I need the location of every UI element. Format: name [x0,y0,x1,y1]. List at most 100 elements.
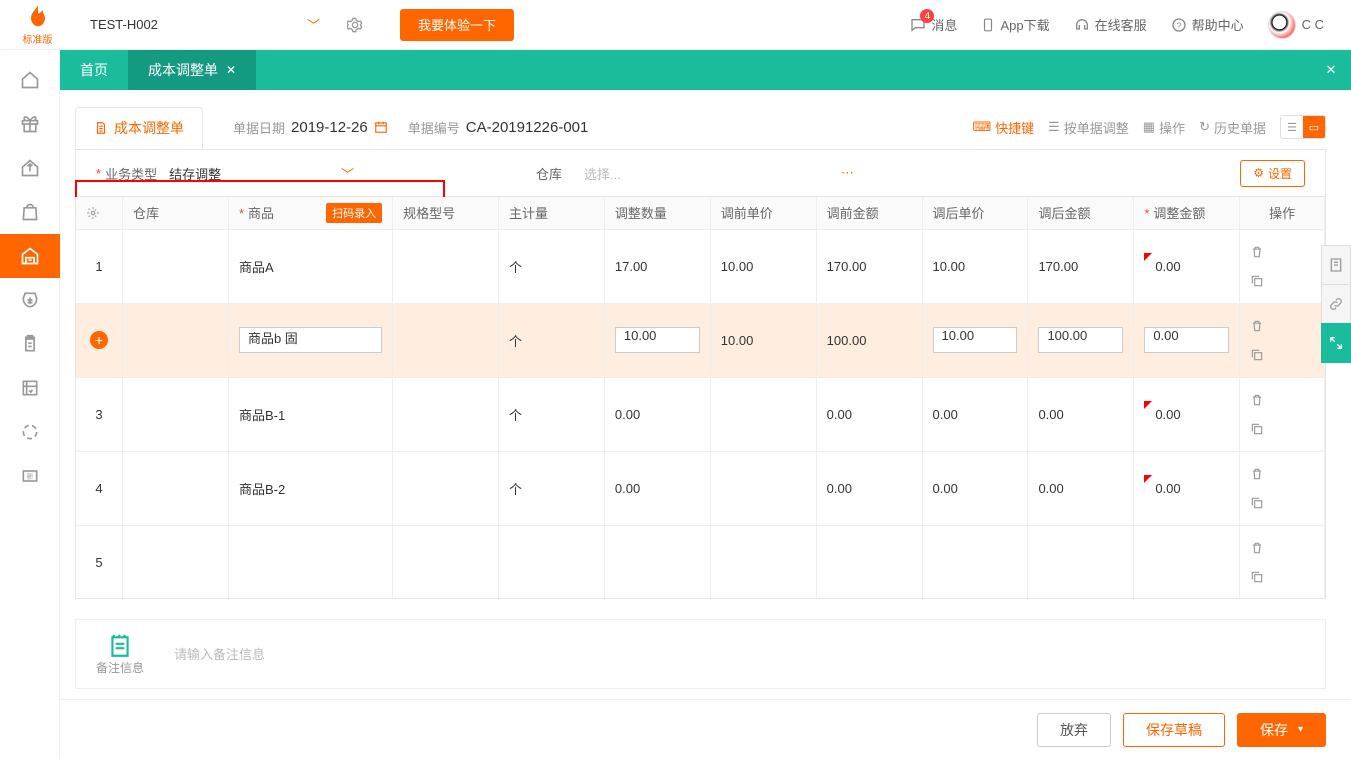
col-product: *商品扫码录入 [228,197,392,229]
nav-home-icon[interactable] [0,58,60,102]
copy-row-button[interactable] [1250,348,1314,362]
svg-text:?: ? [1176,21,1181,30]
org-name: TEST-H002 [90,17,158,32]
help-center-link[interactable]: ? 帮助中心 [1171,15,1244,34]
experience-button[interactable]: 我要体验一下 [400,9,514,41]
col-before-price: 调前单价 [710,197,816,229]
delete-row-button[interactable] [1250,393,1314,407]
help-icon: ? [1171,17,1187,33]
nav-upload-icon[interactable] [0,146,60,190]
product-input[interactable]: 商品b 固 [239,327,382,353]
user-avatar [1268,11,1296,39]
nav-new-icon[interactable]: 新 [0,454,60,498]
nav-loading-icon[interactable] [0,410,60,454]
flame-icon [24,3,52,31]
shortcut-link[interactable]: ⌨快捷键 [972,118,1034,137]
delete-row-button[interactable] [1250,245,1314,259]
svg-text:新: 新 [26,472,33,481]
title-actions: ⌨快捷键 ☰按单据调整 ▦操作 ↻历史单据 ☰ ▭ [958,115,1326,139]
table-row[interactable]: 1商品A个17.0010.00170.0010.00170.000.00 [76,229,1325,303]
business-type-value: 结存调整 [169,164,221,183]
messages-label: 消息 [931,15,957,34]
gear-icon: ⚙ [1253,166,1264,180]
nav-gift-icon[interactable] [0,102,60,146]
customer-service-link[interactable]: 在线客服 [1074,15,1147,34]
delete-row-button[interactable] [1250,541,1314,555]
headset-icon [1074,17,1090,33]
org-selector[interactable]: TEST-H002 ﹀ [80,10,330,40]
doc-number-label: 单据编号 [408,118,460,137]
add-row-button[interactable]: + [90,331,108,349]
more-filters-button[interactable]: ⋯ [841,165,854,181]
messages-link[interactable]: 4 消息 [910,15,957,34]
doc-date-value[interactable]: 2019-12-26 [291,119,368,136]
warehouse-label: 仓库 [536,164,562,183]
nav-warehouse-icon[interactable] [0,234,60,278]
after-price-input[interactable]: 10.00 [933,327,1018,353]
keyboard-icon: ⌨ [972,119,991,135]
col-settings[interactable] [76,197,123,229]
col-qty: 调整数量 [604,197,710,229]
chevron-down-icon: ﹀ [307,15,320,34]
right-link-icon[interactable] [1321,284,1351,324]
copy-row-button[interactable] [1250,570,1314,584]
business-type-field[interactable]: * 业务类型 结存调整 ﹀ [96,164,436,183]
delete-row-button[interactable] [1250,467,1314,481]
copy-row-button[interactable] [1250,496,1314,510]
nav-clipboard-icon[interactable] [0,322,60,366]
delete-row-button[interactable] [1250,319,1314,333]
view-grid-button[interactable]: ▭ [1303,116,1325,138]
user-menu[interactable]: C C [1268,11,1324,39]
scan-input-button[interactable]: 扫码录入 [326,203,382,223]
copy-row-button[interactable] [1250,274,1314,288]
col-after-amount: 调后金额 [1028,197,1134,229]
copy-row-button[interactable] [1250,422,1314,436]
tab-home[interactable]: 首页 [60,50,128,90]
footer-actions: 放弃 保存草稿 保存▾ [60,699,1351,759]
nav-money-icon[interactable] [0,278,60,322]
after-amount-input[interactable]: 100.00 [1038,327,1123,353]
col-warehouse: 仓库 [123,197,229,229]
save-draft-button[interactable]: 保存草稿 [1123,713,1225,747]
tab-cost-adjust[interactable]: 成本调整单 ✕ [128,50,256,90]
org-settings-button[interactable] [340,10,370,40]
discard-button[interactable]: 放弃 [1037,713,1111,747]
document-icon [94,121,108,135]
nav-report-icon[interactable] [0,366,60,410]
view-list-button[interactable]: ☰ [1281,116,1303,138]
qty-input[interactable]: 10.00 [615,327,700,353]
data-table: 仓库 *商品扫码录入 规格型号 主计量 调整数量 调前单价 调前金额 调后单价 … [76,197,1325,599]
col-operations: 操作 [1240,197,1325,229]
tabs-close-all[interactable]: ✕ [1311,50,1351,90]
nav-bag-icon[interactable] [0,190,60,234]
close-icon[interactable]: ✕ [226,63,236,77]
warehouse-placeholder: 选择... [584,164,621,183]
adjust-amount-input[interactable]: 0.00 [1144,327,1229,353]
right-note-icon[interactable] [1321,245,1351,285]
by-doc-link[interactable]: ☰按单据调整 [1048,118,1129,137]
calendar-icon[interactable] [374,120,388,134]
left-sidebar: 新 [0,50,60,759]
table-row[interactable]: +商品b 固个10.0010.00100.0010.00100.000.00 [76,303,1325,377]
col-adjust-amount: *调整金额 [1134,197,1240,229]
history-link[interactable]: ↻历史单据 [1199,118,1266,137]
brand-sub-label: 标准版 [23,31,53,46]
doc-date-label: 单据日期 [233,118,285,137]
chevron-down-icon: ▾ [1298,724,1303,735]
operations-link[interactable]: ▦操作 [1143,118,1185,137]
save-button[interactable]: 保存▾ [1237,713,1326,747]
settings-button[interactable]: ⚙ 设置 [1240,160,1305,187]
table-row[interactable]: 5 [76,525,1325,599]
warehouse-filter[interactable]: 仓库 选择... [536,164,621,183]
table-row[interactable]: 4商品B-2个0.000.000.000.000.00 [76,451,1325,525]
customer-service-label: 在线客服 [1095,15,1147,34]
right-sidebar [1321,245,1351,362]
col-unit: 主计量 [498,197,604,229]
data-table-wrap: 仓库 *商品扫码录入 规格型号 主计量 调整数量 调前单价 调前金额 调后单价 … [75,197,1326,599]
col-after-price: 调后单价 [922,197,1028,229]
notepad-icon [107,633,133,659]
remarks-input[interactable] [174,647,1305,662]
app-download-link[interactable]: App下载 [981,15,1049,34]
table-row[interactable]: 3商品B-1个0.000.000.000.000.00 [76,377,1325,451]
right-expand-icon[interactable] [1321,323,1351,363]
